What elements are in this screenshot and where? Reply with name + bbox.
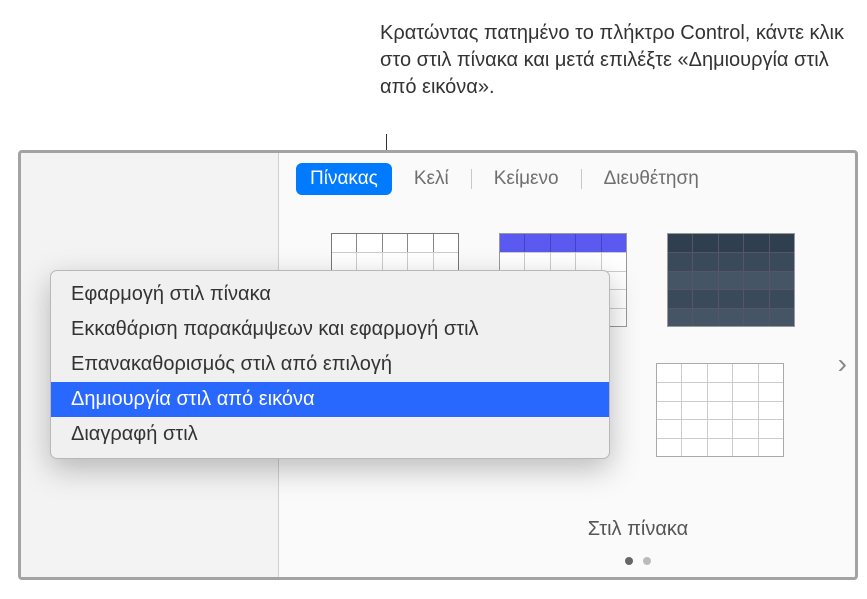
- page-dot-2[interactable]: [643, 557, 651, 565]
- menu-item-clear-overrides[interactable]: Εκκαθάριση παρακάμψεων και εφαρμογή στιλ: [51, 312, 609, 347]
- menu-item-delete-style[interactable]: Διαγραφή στιλ: [51, 417, 609, 452]
- page-dot-1[interactable]: [625, 557, 633, 565]
- context-menu: Εφαρμογή στιλ πίνακα Εκκαθάριση παρακάμψ…: [50, 270, 610, 459]
- page-indicator: [436, 557, 840, 565]
- annotation-callout-text: Κρατώντας πατημένο το πλήκτρο Control, κ…: [380, 20, 850, 101]
- menu-item-create-from-image[interactable]: Δημιουργία στιλ από εικόνα: [51, 382, 609, 417]
- tab-separator: [581, 169, 582, 189]
- table-styles-row-2: [656, 363, 784, 457]
- table-style-swatch-4[interactable]: [656, 363, 784, 457]
- menu-item-apply-style[interactable]: Εφαρμογή στιλ πίνακα: [51, 277, 609, 312]
- tab-separator: [471, 169, 472, 189]
- next-page-icon[interactable]: ›: [838, 348, 847, 380]
- inspector-tab-bar: Πίνακας Κελί Κείμενο Διευθέτηση: [296, 161, 840, 197]
- table-style-swatch-3[interactable]: [667, 233, 795, 327]
- menu-item-redefine-from-selection[interactable]: Επανακαθορισμός στιλ από επιλογή: [51, 347, 609, 382]
- tab-cell[interactable]: Κελί: [400, 163, 463, 195]
- table-styles-caption: Στιλ πίνακα: [436, 518, 840, 541]
- tab-table[interactable]: Πίνακας: [296, 163, 392, 195]
- tab-text[interactable]: Κείμενο: [480, 163, 573, 195]
- tab-arrangement[interactable]: Διευθέτηση: [590, 163, 713, 195]
